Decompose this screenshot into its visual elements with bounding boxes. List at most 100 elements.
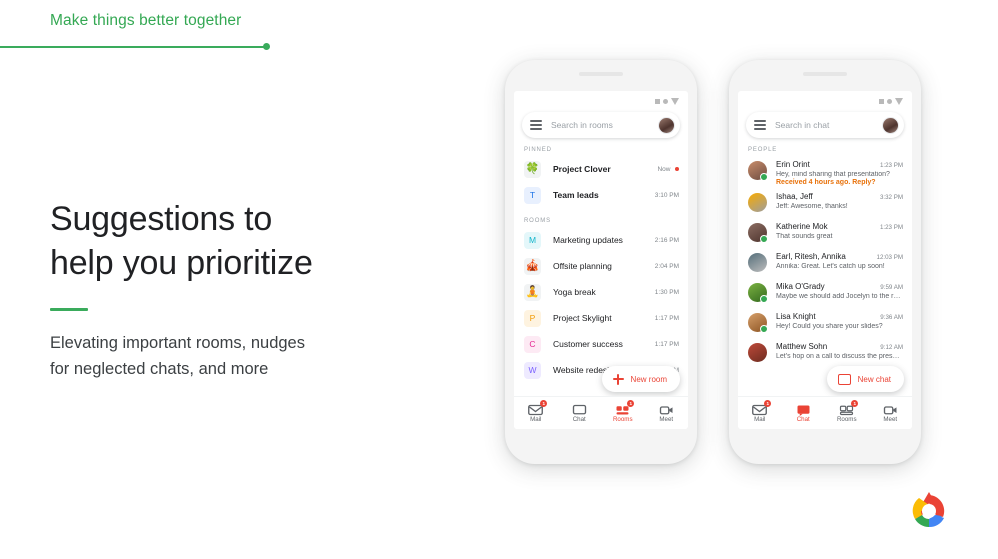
room-timestamp: Now [657, 165, 671, 173]
avatar [748, 313, 768, 333]
room-avatar: 🧘 [524, 283, 541, 301]
signal-icon [655, 99, 660, 104]
room-list-item[interactable]: C Customer success 1:17 PM [514, 332, 688, 356]
chat-list-item[interactable]: Katherine Mok 1:23 PM That sounds great [738, 219, 912, 249]
nav-item-mail[interactable]: 1 Mail [738, 399, 782, 423]
chat-list-item[interactable]: Lisa Knight 9:36 AM Hey! Could you share y… [738, 309, 912, 339]
nav-badge: 1 [540, 399, 548, 407]
room-avatar: 🎪 [524, 257, 541, 275]
eyebrow-text: Make things better together [50, 12, 242, 29]
slide-root: Make things better together Suggestions … [0, 0, 998, 559]
search-input-chat[interactable]: Search in chat [775, 120, 882, 130]
room-list-item[interactable]: 🧘 Yoga break 1:30 PM [514, 280, 688, 304]
nav-item-meet[interactable]: Meet [645, 403, 689, 423]
presence-indicator [760, 173, 768, 181]
search-input-rooms[interactable]: Search in rooms [551, 120, 658, 130]
avatar [748, 283, 768, 303]
chat-screen: Search in chat PEOPLE Erin Orint 1:23 PM H… [738, 91, 912, 429]
room-avatar: W [524, 361, 541, 379]
nav-item-chat[interactable]: Chat [782, 403, 826, 423]
chat-list-item[interactable]: Erin Orint 1:23 PM Hey, mind sharing that … [738, 157, 912, 189]
room-list-item[interactable]: P Project Skylight 1:17 PM [514, 306, 688, 330]
nav-badge: 1 [764, 399, 772, 407]
room-timestamp: 1:30 PM [654, 288, 679, 296]
wifi-icon [663, 99, 668, 104]
room-list-item[interactable]: 🍀 Project Clover Now [514, 157, 688, 181]
search-bar-rooms[interactable]: Search in rooms [522, 112, 680, 138]
bottom-nav-rooms[interactable]: 1 Mail Chat 1 Rooms Meet [514, 396, 688, 429]
chat-preview-text: Hey! Could you share your slides? [776, 322, 883, 330]
chat-icon [572, 403, 587, 415]
meet-icon [883, 403, 898, 415]
signal-icon [879, 99, 884, 104]
chat-item-body: Lisa Knight 9:36 AM Hey! Could you share y… [776, 312, 903, 330]
new-room-button[interactable]: New room [601, 366, 680, 392]
phone-mockup-chat: Search in chat PEOPLE Erin Orint 1:23 PM H… [729, 60, 921, 464]
hamburger-icon[interactable] [754, 120, 766, 130]
rooms-icon: 1 [839, 399, 859, 415]
new-chat-button[interactable]: New chat [826, 366, 904, 392]
room-timestamp: 3:10 PM [654, 191, 679, 199]
room-timestamp: 2:16 PM [654, 236, 679, 244]
page-title: Suggestions to help you prioritize [50, 200, 313, 282]
avatar[interactable] [658, 116, 675, 134]
room-list-item[interactable]: M Marketing updates 2:16 PM [514, 228, 688, 252]
chat-item-body: Erin Orint 1:23 PM Hey, mind sharing that … [776, 160, 903, 186]
chat-list-item[interactable]: Ishaa, Jeff 3:32 PM Jeff: Awesome, thanks! [738, 189, 912, 219]
top-rule [0, 46, 266, 48]
battery-icon [671, 98, 679, 105]
nav-item-mail[interactable]: 1 Mail [514, 399, 558, 423]
new-room-label: New room [630, 374, 667, 384]
chat-item-body: Katherine Mok 1:23 PM That sounds great [776, 222, 903, 240]
room-name: Yoga break [553, 287, 596, 297]
chat-contact-name: Mika O'Grady [776, 282, 825, 291]
chat-item-body: Earl, Ritesh, Annika 12:03 PM Annika: Grea… [776, 252, 903, 270]
room-avatar: T [524, 186, 541, 204]
room-name: Team leads [553, 190, 599, 200]
chat-list-item[interactable]: Mika O'Grady 9:59 AM Maybe we should add J… [738, 279, 912, 309]
phone-speaker [803, 72, 847, 76]
room-timestamp: 1:17 PM [654, 340, 679, 348]
new-chat-label: New chat [857, 374, 891, 384]
chat-item-body: Mika O'Grady 9:59 AM Maybe we should add J… [776, 282, 903, 300]
status-bar [514, 91, 688, 109]
chat-contact-name: Matthew Sohn [776, 342, 828, 351]
chat-bubble-icon [837, 373, 851, 385]
nav-badge: 1 [627, 399, 635, 407]
chat-contact-name: Erin Orint [776, 160, 810, 169]
nav-item-rooms[interactable]: 1 Rooms [825, 399, 869, 423]
nudge-suggestion[interactable]: Received 4 hours ago. Reply? [776, 179, 903, 186]
room-avatar: P [524, 309, 541, 327]
room-list-item[interactable]: 🎪 Offsite planning 2:04 PM [514, 254, 688, 278]
google-cloud-logo [912, 492, 945, 528]
bottom-nav-chat[interactable]: 1 Mail Chat 1 Rooms Meet [738, 396, 912, 429]
chat-timestamp: 3:32 PM [879, 194, 903, 201]
chat-list-item[interactable]: Matthew Sohn 9:12 AM Let's hop on a call t… [738, 339, 912, 369]
chat-preview-text: Annika: Great. Let's catch up soon! [776, 262, 885, 270]
search-bar-chat[interactable]: Search in chat [746, 112, 904, 138]
nav-item-rooms[interactable]: 1 Rooms [601, 399, 645, 423]
rooms-list: PINNED 🍀 Project Clover Now T Team leads 3:10 … [514, 138, 688, 382]
nav-item-label: Mail [530, 415, 542, 423]
chat-timestamp: 9:36 AM [880, 314, 903, 321]
nav-item-label: Rooms [836, 415, 857, 423]
hamburger-icon[interactable] [530, 120, 542, 130]
nav-item-chat[interactable]: Chat [558, 403, 602, 423]
chat-item-body: Ishaa, Jeff 3:32 PM Jeff: Awesome, thanks! [776, 192, 903, 210]
chat-preview-text: Hey, mind sharing that presentation? [776, 170, 890, 178]
chat-timestamp: 9:59 AM [880, 284, 903, 291]
avatar[interactable] [882, 116, 899, 134]
avatar [748, 253, 767, 272]
chat-icon [796, 403, 811, 416]
avatar [748, 161, 768, 181]
chat-list-item[interactable]: Earl, Ritesh, Annika 12:03 PM Annika: Grea… [738, 249, 912, 279]
phone-mockup-rooms: Search in rooms PINNED 🍀 Project Clover Now… [505, 60, 697, 464]
nav-item-meet[interactable]: Meet [869, 403, 913, 423]
chat-contact-name: Lisa Knight [776, 312, 816, 321]
room-list-item[interactable]: T Team leads 3:10 PM [514, 183, 688, 207]
title-divider [50, 308, 88, 311]
chat-contact-name: Katherine Mok [776, 222, 828, 231]
rooms-icon: 1 [615, 399, 635, 415]
presence-indicator [760, 295, 768, 303]
plus-icon [612, 373, 624, 385]
